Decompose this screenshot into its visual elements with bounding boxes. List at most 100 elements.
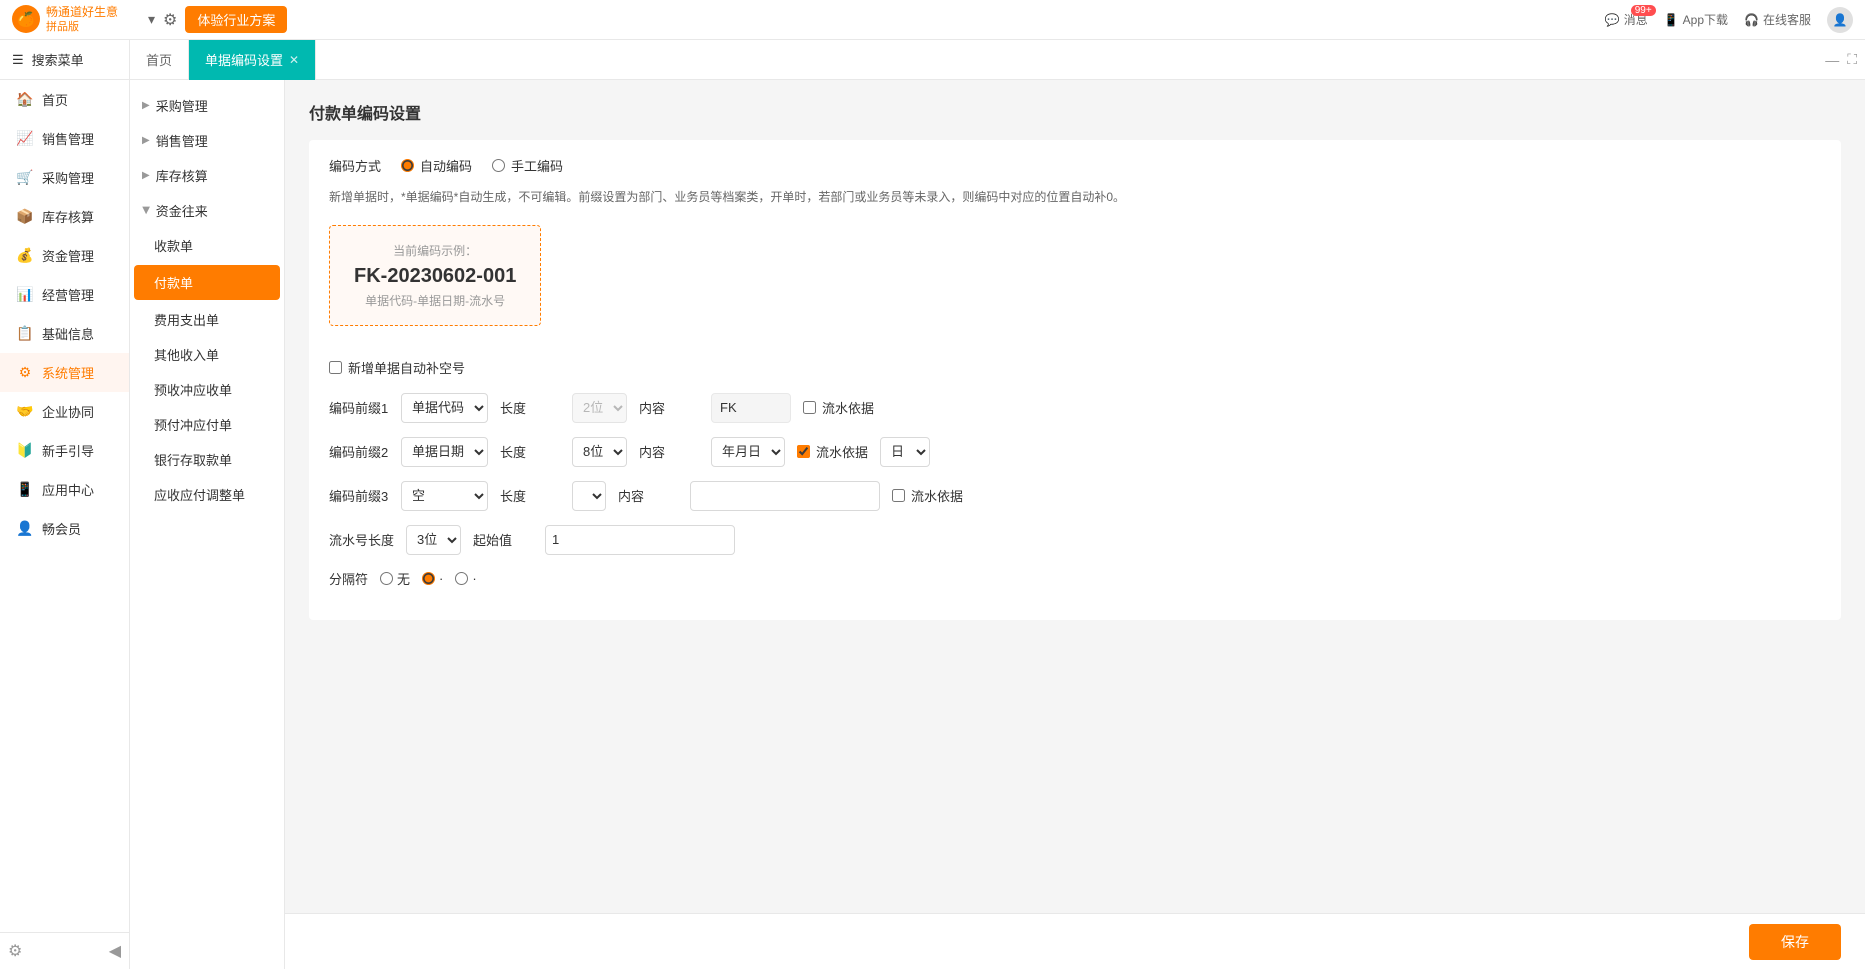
auto-code-radio-label[interactable]: 自动编码 — [401, 156, 472, 175]
save-button[interactable]: 保存 — [1749, 924, 1841, 960]
coding-method-label: 编码方式 — [329, 156, 381, 175]
sidebar-item-coop[interactable]: 🤝 企业协同 — [0, 392, 129, 431]
length1-select[interactable]: 2位 — [572, 393, 627, 423]
user-avatar[interactable]: 👤 — [1827, 7, 1853, 33]
prefix1-select[interactable]: 单据代码 单据日期 空 — [401, 393, 488, 423]
settings-icon[interactable]: ⚙ — [8, 941, 22, 961]
subnav-item-other-income[interactable]: 其他收入单 — [130, 337, 284, 372]
sidebar-item-base[interactable]: 📋 基础信息 — [0, 314, 129, 353]
prefix3-label: 编码前缀3 — [329, 486, 389, 505]
content1-label: 内容 — [639, 398, 699, 417]
collapse-icon[interactable]: ◀ — [109, 941, 121, 961]
sub-nav: ▶ 采购管理 ▶ 销售管理 ▶ 库存核算 — [130, 80, 285, 969]
length1-label: 长度 — [500, 398, 560, 417]
subnav-item-bank[interactable]: 银行存取款单 — [130, 442, 284, 477]
start-value-label: 起始值 — [473, 530, 533, 549]
member-icon: 👤 — [16, 520, 34, 538]
collapse-arrow-icon: ▶ — [142, 135, 150, 146]
brand-area: 🍊 畅通道好生意 拼品版 — [12, 5, 132, 35]
sidebar-item-sales[interactable]: 📈 销售管理 — [0, 119, 129, 158]
sidebar-item-finance[interactable]: 💰 资金管理 — [0, 236, 129, 275]
prefix1-label: 编码前缀1 — [329, 398, 389, 417]
sep-dot-label[interactable]: · — [422, 571, 443, 586]
content2-select[interactable]: 年月日 年月 年 — [711, 437, 785, 467]
sidebar-item-home[interactable]: 🏠 首页 — [0, 80, 129, 119]
flow2-checkbox[interactable] — [797, 445, 810, 458]
subnav-group-sales-title[interactable]: ▶ 销售管理 — [130, 123, 284, 158]
sep-dot-radio[interactable] — [422, 572, 435, 585]
manual-code-radio-label[interactable]: 手工编码 — [492, 156, 563, 175]
messages-button[interactable]: 💬 消息 99+ — [1605, 11, 1648, 28]
search-menu-item[interactable]: ☰ 搜索菜单 — [0, 40, 129, 80]
sub-content: ▶ 采购管理 ▶ 销售管理 ▶ 库存核算 — [130, 80, 1865, 969]
subnav-item-advance-receive[interactable]: 预收冲应收单 — [130, 372, 284, 407]
subnav-group-sales: ▶ 销售管理 — [130, 123, 284, 158]
subnav-group-inventory: ▶ 库存核算 — [130, 158, 284, 193]
start-value-input[interactable] — [545, 525, 735, 555]
separator-options: 无 · · — [380, 569, 477, 588]
tab-home[interactable]: 首页 — [130, 40, 189, 80]
subnav-item-expense[interactable]: 费用支出单 — [130, 302, 284, 337]
day2-select[interactable]: 日 月 年 — [880, 437, 930, 467]
page-wrapper: 付款单编码设置 编码方式 自动编码 手工编码 — [285, 80, 1865, 969]
subnav-item-payment[interactable]: 付款单 — [134, 265, 280, 300]
collapse-arrow-icon: ▶ — [142, 170, 150, 181]
sidebar-item-app[interactable]: 📱 应用中心 — [0, 470, 129, 509]
gear-icon[interactable]: ⚙ — [163, 10, 177, 30]
sidebar-bottom: ⚙ ◀ — [0, 932, 129, 969]
coding-method-group: 编码方式 自动编码 手工编码 — [329, 156, 1821, 175]
flow1-checkbox-group: 流水依据 — [803, 398, 874, 417]
subnav-item-advance-pay[interactable]: 预付冲应付单 — [130, 407, 284, 442]
length3-label: 长度 — [500, 486, 560, 505]
subnav-group-finance-title[interactable]: ▶ 资金往来 — [130, 193, 284, 228]
expand-icon[interactable]: ⛶ — [1847, 51, 1857, 68]
auto-fill-checkbox[interactable] — [329, 361, 342, 374]
message-icon: 💬 — [1605, 13, 1620, 27]
main-layout: ☰ 搜索菜单 🏠 首页 📈 销售管理 🛒 采购管理 📦 库存核算 💰 资金管理 … — [0, 40, 1865, 969]
sidebar-item-system[interactable]: ⚙ 系统管理 — [0, 353, 129, 392]
minimize-icon[interactable]: — — [1825, 52, 1839, 68]
system-icon: ⚙ — [16, 364, 34, 382]
prefix3-select[interactable]: 空 单据代码 单据日期 — [401, 481, 488, 511]
chevron-down-icon[interactable]: ▾ — [148, 11, 155, 28]
subnav-item-receipt[interactable]: 收款单 — [130, 228, 284, 263]
prefix-row-1: 编码前缀1 单据代码 单据日期 空 长度 2位 内容 FK — [329, 393, 1821, 423]
page-title: 付款单编码设置 — [309, 100, 1841, 124]
tab-code-settings[interactable]: 单据编码设置 ✕ — [189, 40, 316, 80]
try-industry-button[interactable]: 体验行业方案 — [185, 6, 287, 33]
top-header: 🍊 畅通道好生意 拼品版 ▾ ⚙ 体验行业方案 💬 消息 99+ 📱 App下载… — [0, 0, 1865, 40]
manual-code-radio[interactable] — [492, 159, 505, 172]
collapse-arrow-icon: ▶ — [142, 100, 150, 111]
length2-select[interactable]: 8位 6位 4位 — [572, 437, 627, 467]
flow3-checkbox[interactable] — [892, 489, 905, 502]
app-download-button[interactable]: 📱 App下载 — [1664, 11, 1728, 28]
home-icon: 🏠 — [16, 91, 34, 109]
flow1-checkbox[interactable] — [803, 401, 816, 414]
content3-input[interactable] — [690, 481, 880, 511]
header-right: 💬 消息 99+ 📱 App下载 🎧 在线客服 👤 — [1605, 7, 1853, 33]
sep-period-radio[interactable] — [455, 572, 468, 585]
brand-text: 畅通道好生意 拼品版 — [46, 5, 118, 35]
sep-period-label[interactable]: · — [455, 571, 476, 586]
sidebar-item-purchase[interactable]: 🛒 采购管理 — [0, 158, 129, 197]
sidebar-item-business[interactable]: 📊 经营管理 — [0, 275, 129, 314]
subnav-item-receivable-adjust[interactable]: 应收应付调整单 — [130, 477, 284, 512]
separator-label: 分隔符 — [329, 569, 368, 588]
tab-close-icon[interactable]: ✕ — [289, 53, 299, 67]
subnav-group-inventory-title[interactable]: ▶ 库存核算 — [130, 158, 284, 193]
length3-select[interactable] — [572, 481, 606, 511]
sidebar-item-member[interactable]: 👤 畅会员 — [0, 509, 129, 548]
sep-none-label[interactable]: 无 — [380, 569, 410, 588]
prefix-row-2: 编码前缀2 单据日期 单据代码 空 长度 8位 6位 4位 — [329, 437, 1821, 467]
sidebar-item-inventory[interactable]: 📦 库存核算 — [0, 197, 129, 236]
sidebar-item-guide[interactable]: 🔰 新手引导 — [0, 431, 129, 470]
sep-none-radio[interactable] — [380, 572, 393, 585]
auto-code-radio[interactable] — [401, 159, 414, 172]
business-icon: 📊 — [16, 286, 34, 304]
content1-display: FK — [711, 393, 791, 423]
serial-length-select[interactable]: 3位 4位 5位 — [406, 525, 461, 555]
online-service-button[interactable]: 🎧 在线客服 — [1744, 11, 1811, 28]
service-icon: 🎧 — [1744, 13, 1759, 27]
subnav-group-purchase-title[interactable]: ▶ 采购管理 — [130, 88, 284, 123]
prefix2-select[interactable]: 单据日期 单据代码 空 — [401, 437, 488, 467]
